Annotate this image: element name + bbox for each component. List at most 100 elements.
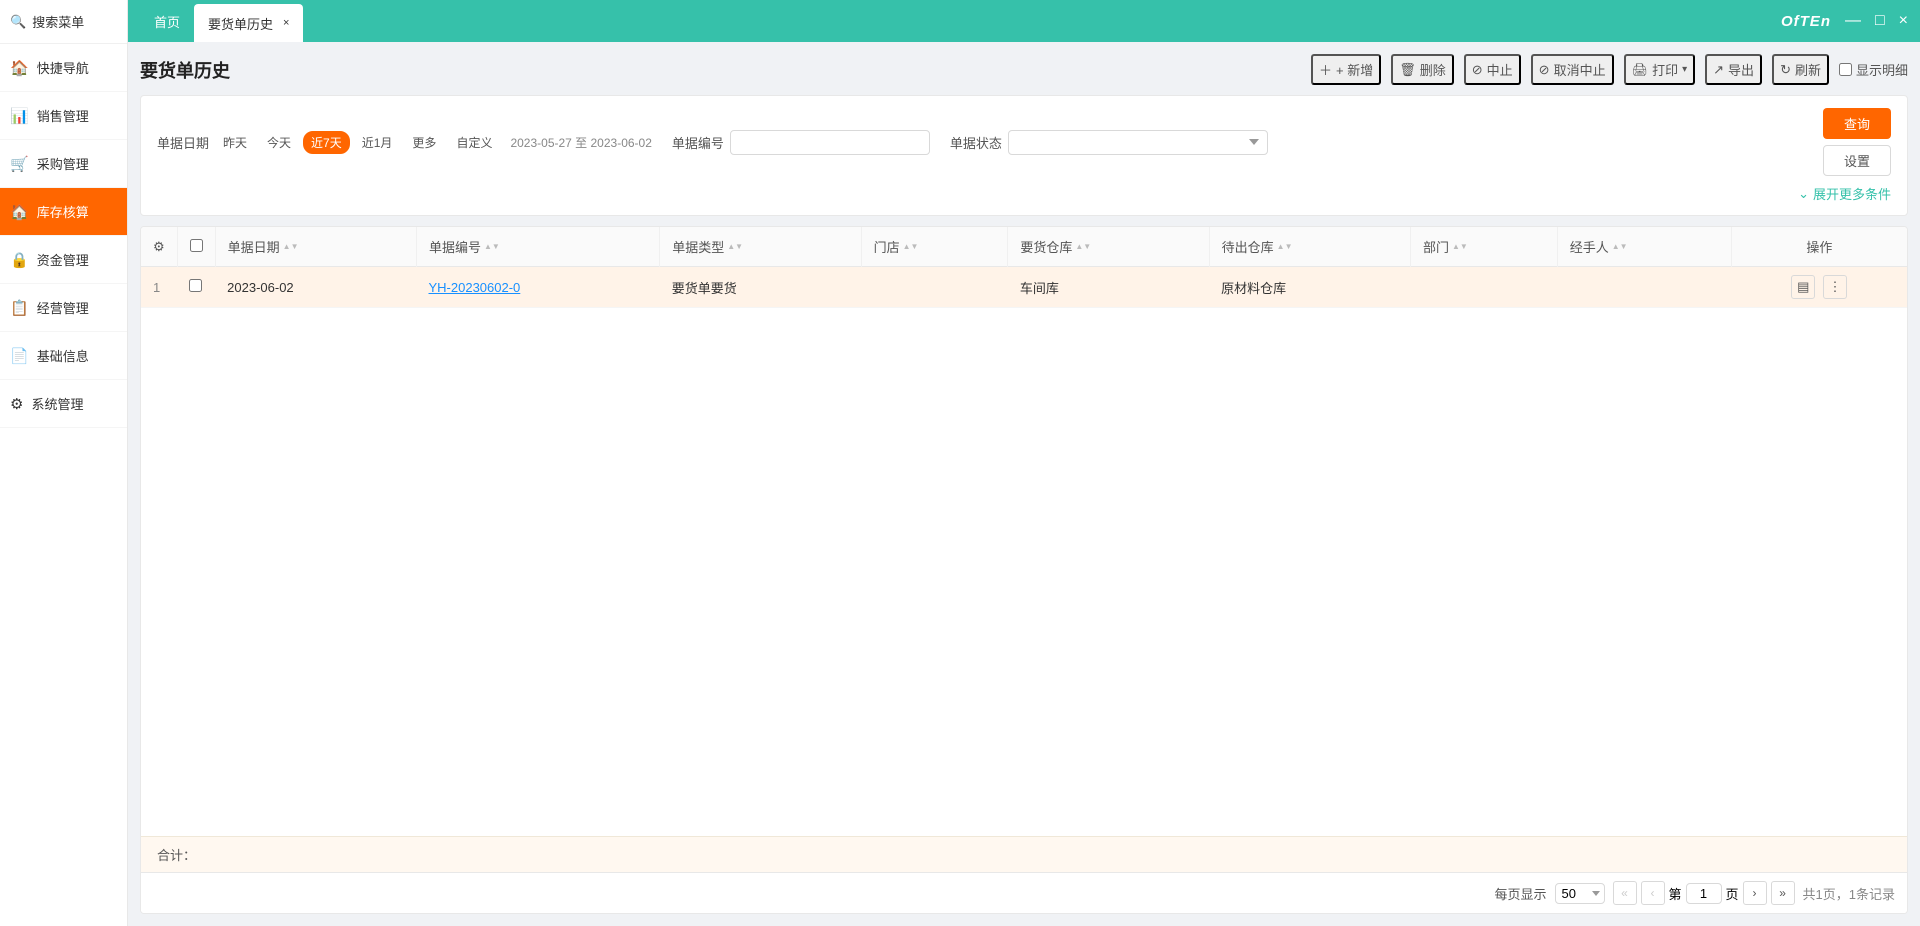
query-button[interactable]: 查询 <box>1823 108 1891 139</box>
print-dropdown-icon: ▾ <box>1682 64 1687 75</box>
date-btn-1month[interactable]: 近1月 <box>354 131 401 154</box>
sidebar-item-label: 经营管理 <box>37 298 89 317</box>
th-pending-warehouse[interactable]: 待出仓库 ▲▼ <box>1209 227 1410 267</box>
th-req-warehouse-sort[interactable]: 要货仓库 ▲▼ <box>1020 237 1091 256</box>
search-icon: 🔍 <box>10 14 26 30</box>
next-page-btn[interactable]: › <box>1743 881 1767 905</box>
export-icon: ↗ <box>1713 62 1724 78</box>
th-handler[interactable]: 经手人 ▲▼ <box>1557 227 1731 267</box>
settings-button[interactable]: 设置 <box>1823 145 1891 176</box>
tab-close-icon[interactable]: × <box>283 17 289 29</box>
cancel-stop-icon: ⊘ <box>1539 62 1550 78</box>
delete-icon: 🗑 <box>1399 62 1416 78</box>
sidebar-item-finance[interactable]: 🔒 资金管理 <box>0 236 127 284</box>
filter-panel: 单据日期 昨天 今天 近7天 近1月 更多 自定义 2023-05-27 至 2… <box>140 95 1908 216</box>
page-nav: « ‹ 第 页 › » <box>1613 881 1795 905</box>
gear-icon: ⚙ <box>10 395 23 413</box>
content-area: 要货单历史 ＋ + 新增 🗑 删除 ⊘ 中止 ⊘ 取消中止 <box>128 42 1920 926</box>
delete-button[interactable]: 🗑 删除 <box>1391 54 1454 85</box>
page-size-select[interactable]: 20 50 100 200 <box>1555 883 1605 904</box>
last-page-btn[interactable]: » <box>1771 881 1795 905</box>
sidebar-item-inventory[interactable]: 🏠 库存核算 <box>0 188 127 236</box>
th-req-warehouse[interactable]: 要货仓库 ▲▼ <box>1008 227 1209 267</box>
table-container: ⚙ 单据日期 ▲▼ 单据编号 <box>140 226 1908 914</box>
tab-active[interactable]: 要货单历史 × <box>194 4 303 42</box>
th-date-sort[interactable]: 单据日期 ▲▼ <box>228 237 299 256</box>
current-page-input[interactable] <box>1686 883 1722 904</box>
date-filter-label: 单据日期 <box>157 133 209 152</box>
th-store-sort[interactable]: 门店 ▲▼ <box>874 237 919 256</box>
print-button[interactable]: 🖨 打印 ▾ <box>1624 54 1696 85</box>
sidebar-search[interactable]: 🔍 搜索菜单 <box>0 0 127 44</box>
toolbar: ＋ + 新增 🗑 删除 ⊘ 中止 ⊘ 取消中止 🖨 打印 <box>1311 54 1908 85</box>
th-store[interactable]: 门店 ▲▼ <box>861 227 1008 267</box>
th-dept-sort[interactable]: 部门 ▲▼ <box>1423 237 1468 256</box>
row-dept <box>1411 267 1558 308</box>
th-settings[interactable]: ⚙ <box>141 227 177 267</box>
select-all-checkbox[interactable] <box>190 239 203 252</box>
stop-button[interactable]: ⊘ 中止 <box>1464 54 1521 85</box>
refresh-button[interactable]: ↻ 刷新 <box>1772 54 1829 85</box>
new-button[interactable]: ＋ + 新增 <box>1311 54 1381 85</box>
filter-doc-no-item: 单据编号 <box>672 130 930 155</box>
row-req-warehouse: 车间库 <box>1008 267 1209 308</box>
print-icon: 🖨 <box>1632 62 1649 78</box>
display-detail-label: 显示明细 <box>1856 60 1908 79</box>
prev-page-btn[interactable]: ‹ <box>1641 881 1665 905</box>
display-detail-area: 显示明细 <box>1839 60 1908 79</box>
inventory-icon: 🏠 <box>10 203 29 221</box>
sort-arrows-doc-type: ▲▼ <box>727 243 743 251</box>
sidebar-item-sales[interactable]: 📊 销售管理 <box>0 92 127 140</box>
export-button[interactable]: ↗ 导出 <box>1705 54 1762 85</box>
close-window-icon[interactable]: × <box>1899 12 1908 30</box>
first-page-btn[interactable]: « <box>1613 881 1637 905</box>
plus-icon: ＋ <box>1319 60 1332 79</box>
sidebar-item-quick-nav[interactable]: 🏠 快捷导航 <box>0 44 127 92</box>
th-handler-sort[interactable]: 经手人 ▲▼ <box>1570 237 1628 256</box>
th-doc-type-label: 单据类型 <box>672 237 724 256</box>
status-select[interactable] <box>1008 130 1268 155</box>
doc-no-label: 单据编号 <box>672 133 724 152</box>
row-doc-no: YH-20230602-0 <box>417 267 660 308</box>
th-dept-label: 部门 <box>1423 237 1449 256</box>
filter-row-1: 单据日期 昨天 今天 近7天 近1月 更多 自定义 2023-05-27 至 2… <box>157 108 1891 176</box>
refresh-icon: ↻ <box>1780 62 1791 78</box>
maximize-icon[interactable]: □ <box>1875 12 1885 30</box>
row-handler <box>1557 267 1731 308</box>
row-select-checkbox[interactable] <box>189 279 202 292</box>
pagination-bar: 每页显示 20 50 100 200 « ‹ 第 页 › » 共1页，1条记录 <box>141 872 1907 913</box>
th-doc-type[interactable]: 单据类型 ▲▼ <box>660 227 861 267</box>
row-doc-type: 要货单要货 <box>660 267 861 308</box>
tab-home[interactable]: 首页 <box>140 0 194 42</box>
table-header-row: ⚙ 单据日期 ▲▼ 单据编号 <box>141 227 1907 267</box>
sort-arrows-req-warehouse: ▲▼ <box>1075 243 1091 251</box>
th-date[interactable]: 单据日期 ▲▼ <box>215 227 416 267</box>
sidebar-item-basic[interactable]: 📄 基础信息 <box>0 332 127 380</box>
display-detail-checkbox[interactable] <box>1839 63 1852 76</box>
th-dept[interactable]: 部门 ▲▼ <box>1411 227 1558 267</box>
sidebar-item-purchase[interactable]: 🛒 采购管理 <box>0 140 127 188</box>
date-btn-7days[interactable]: 近7天 <box>303 131 350 154</box>
lock-icon: 🔒 <box>10 251 29 269</box>
cancel-stop-button[interactable]: ⊘ 取消中止 <box>1531 54 1614 85</box>
row-more-icon[interactable]: ⋮ <box>1823 275 1847 299</box>
th-pending-warehouse-sort[interactable]: 待出仓库 ▲▼ <box>1222 237 1293 256</box>
row-num: 1 <box>141 267 177 308</box>
sidebar-item-system[interactable]: ⚙ 系统管理 <box>0 380 127 428</box>
doc-no-input[interactable] <box>730 130 930 155</box>
th-doc-no-sort[interactable]: 单据编号 ▲▼ <box>429 237 500 256</box>
date-btn-custom[interactable]: 自定义 <box>448 131 500 154</box>
sidebar-search-label: 搜索菜单 <box>32 12 84 31</box>
th-doc-type-sort[interactable]: 单据类型 ▲▼ <box>672 237 743 256</box>
date-btn-today[interactable]: 今天 <box>259 131 299 154</box>
date-btn-more[interactable]: 更多 <box>404 131 444 154</box>
th-handler-label: 经手人 <box>1570 237 1609 256</box>
doc-no-link[interactable]: YH-20230602-0 <box>429 280 521 295</box>
minimize-icon[interactable]: — <box>1845 12 1861 30</box>
sidebar-item-operation[interactable]: 📋 经营管理 <box>0 284 127 332</box>
row-pending-warehouse: 原材料仓库 <box>1209 267 1410 308</box>
date-btn-yesterday[interactable]: 昨天 <box>215 131 255 154</box>
row-view-icon[interactable]: ▤ <box>1791 275 1815 299</box>
th-doc-no[interactable]: 单据编号 ▲▼ <box>417 227 660 267</box>
expand-more-button[interactable]: ⌄ 展开更多条件 <box>1798 184 1891 203</box>
